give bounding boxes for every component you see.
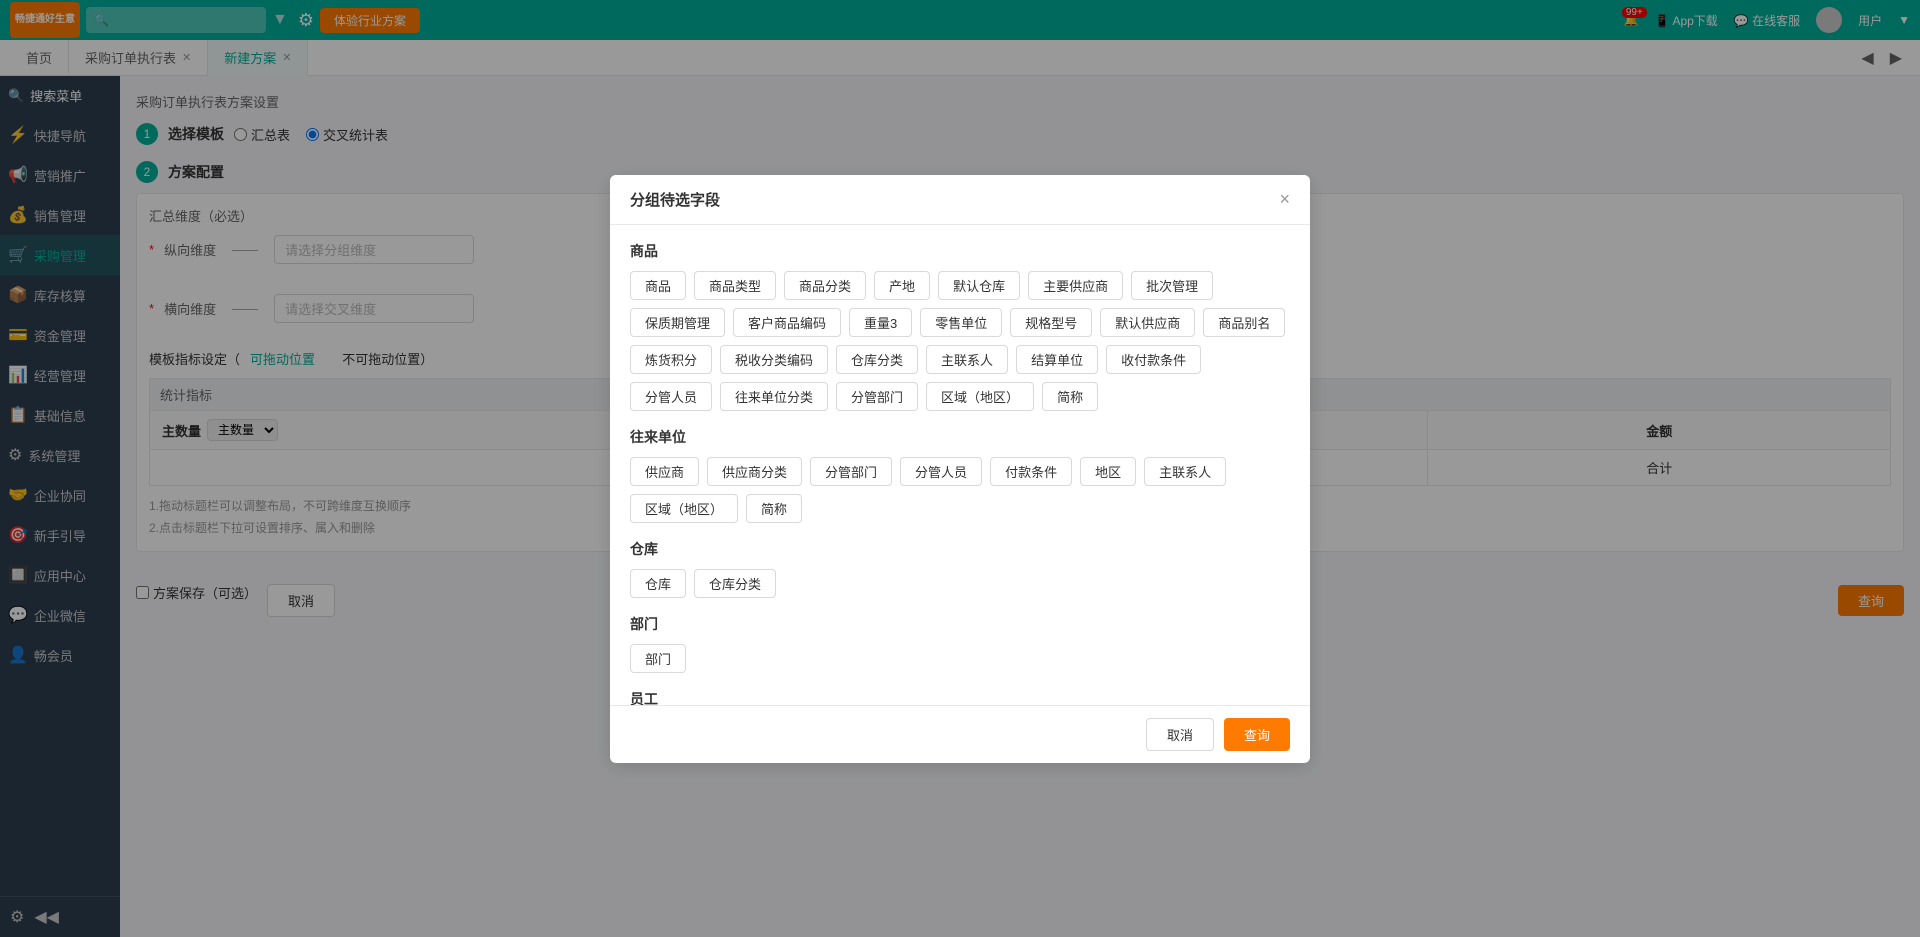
field-tag-default-supplier[interactable]: 默认供应商 (1100, 308, 1195, 337)
field-select-modal: 分组待选字段 × 商品 商品 商品类型 商品分类 产地 默认仓库 主要供应商 批… (610, 175, 1310, 763)
field-tag-default-warehouse[interactable]: 默认仓库 (938, 271, 1020, 300)
section-title-goods: 商品 (630, 241, 1290, 261)
field-tag-main-contact-partner[interactable]: 主联系人 (1144, 457, 1226, 486)
field-tag-short-name-partner[interactable]: 简称 (746, 494, 802, 523)
field-tag-supplier-category[interactable]: 供应商分类 (707, 457, 802, 486)
field-tag-weight3[interactable]: 重量3 (849, 308, 912, 337)
section-title-dept: 部门 (630, 614, 1290, 634)
field-tag-warehouse-category[interactable]: 仓库分类 (836, 345, 918, 374)
modal-confirm-button[interactable]: 查询 (1224, 718, 1290, 751)
field-tag-spec-model[interactable]: 规格型号 (1010, 308, 1092, 337)
modal-overlay: 分组待选字段 × 商品 商品 商品类型 商品分类 产地 默认仓库 主要供应商 批… (0, 0, 1920, 937)
field-tag-dept[interactable]: 部门 (630, 644, 686, 673)
modal-footer: 取消 查询 (610, 705, 1310, 763)
field-grid-dept: 部门 (630, 644, 1290, 673)
field-tag-warehouse[interactable]: 仓库 (630, 569, 686, 598)
field-tag-region[interactable]: 区域（地区） (926, 382, 1034, 411)
field-tag-batch-mgmt[interactable]: 批次管理 (1131, 271, 1213, 300)
modal-header: 分组待选字段 × (610, 175, 1310, 225)
field-grid-partner: 供应商 供应商分类 分管部门 分管人员 付款条件 地区 主联系人 区域（地区） … (630, 457, 1290, 523)
field-tag-managed-dept[interactable]: 分管部门 (810, 457, 892, 486)
field-tag-shelf-life[interactable]: 保质期管理 (630, 308, 725, 337)
field-tag-pay-terms[interactable]: 付款条件 (990, 457, 1072, 486)
field-grid-goods: 商品 商品类型 商品分类 产地 默认仓库 主要供应商 批次管理 保质期管理 客户… (630, 271, 1290, 411)
modal-cancel-button[interactable]: 取消 (1146, 718, 1214, 751)
field-grid-warehouse: 仓库 仓库分类 (630, 569, 1290, 598)
field-tag-area[interactable]: 地区 (1080, 457, 1136, 486)
field-tag-retail-unit[interactable]: 零售单位 (920, 308, 1002, 337)
field-tag-customer-code[interactable]: 客户商品编码 (733, 308, 841, 337)
field-tag-refining-points[interactable]: 炼货积分 (630, 345, 712, 374)
field-tag-settlement-unit[interactable]: 结算单位 (1016, 345, 1098, 374)
field-tag-main-supplier[interactable]: 主要供应商 (1028, 271, 1123, 300)
field-tag-short-name[interactable]: 简称 (1042, 382, 1098, 411)
field-tag-supervisor[interactable]: 分管人员 (630, 382, 712, 411)
field-tag-supplier[interactable]: 供应商 (630, 457, 699, 486)
section-title-staff: 员工 (630, 689, 1290, 705)
modal-body: 商品 商品 商品类型 商品分类 产地 默认仓库 主要供应商 批次管理 保质期管理… (610, 225, 1310, 705)
field-tag-managed-staff[interactable]: 分管人员 (900, 457, 982, 486)
field-tag-dept-managed[interactable]: 分管部门 (836, 382, 918, 411)
field-tag-goods-type[interactable]: 商品类型 (694, 271, 776, 300)
section-title-warehouse: 仓库 (630, 539, 1290, 559)
field-tag-partner-category[interactable]: 往来单位分类 (720, 382, 828, 411)
modal-close-button[interactable]: × (1279, 189, 1290, 210)
field-tag-goods-category[interactable]: 商品分类 (784, 271, 866, 300)
field-tag-payment-terms[interactable]: 收付款条件 (1106, 345, 1201, 374)
section-title-partner: 往来单位 (630, 427, 1290, 447)
field-tag-main-contact[interactable]: 主联系人 (926, 345, 1008, 374)
field-tag-goods[interactable]: 商品 (630, 271, 686, 300)
field-tag-origin[interactable]: 产地 (874, 271, 930, 300)
modal-title: 分组待选字段 (630, 189, 720, 210)
field-tag-tax-code[interactable]: 税收分类编码 (720, 345, 828, 374)
modal-scroll-container[interactable]: 商品 商品 商品类型 商品分类 产地 默认仓库 主要供应商 批次管理 保质期管理… (610, 225, 1310, 705)
field-tag-goods-alias[interactable]: 商品别名 (1203, 308, 1285, 337)
field-tag-warehouse-cat[interactable]: 仓库分类 (694, 569, 776, 598)
field-tag-region-partner[interactable]: 区域（地区） (630, 494, 738, 523)
